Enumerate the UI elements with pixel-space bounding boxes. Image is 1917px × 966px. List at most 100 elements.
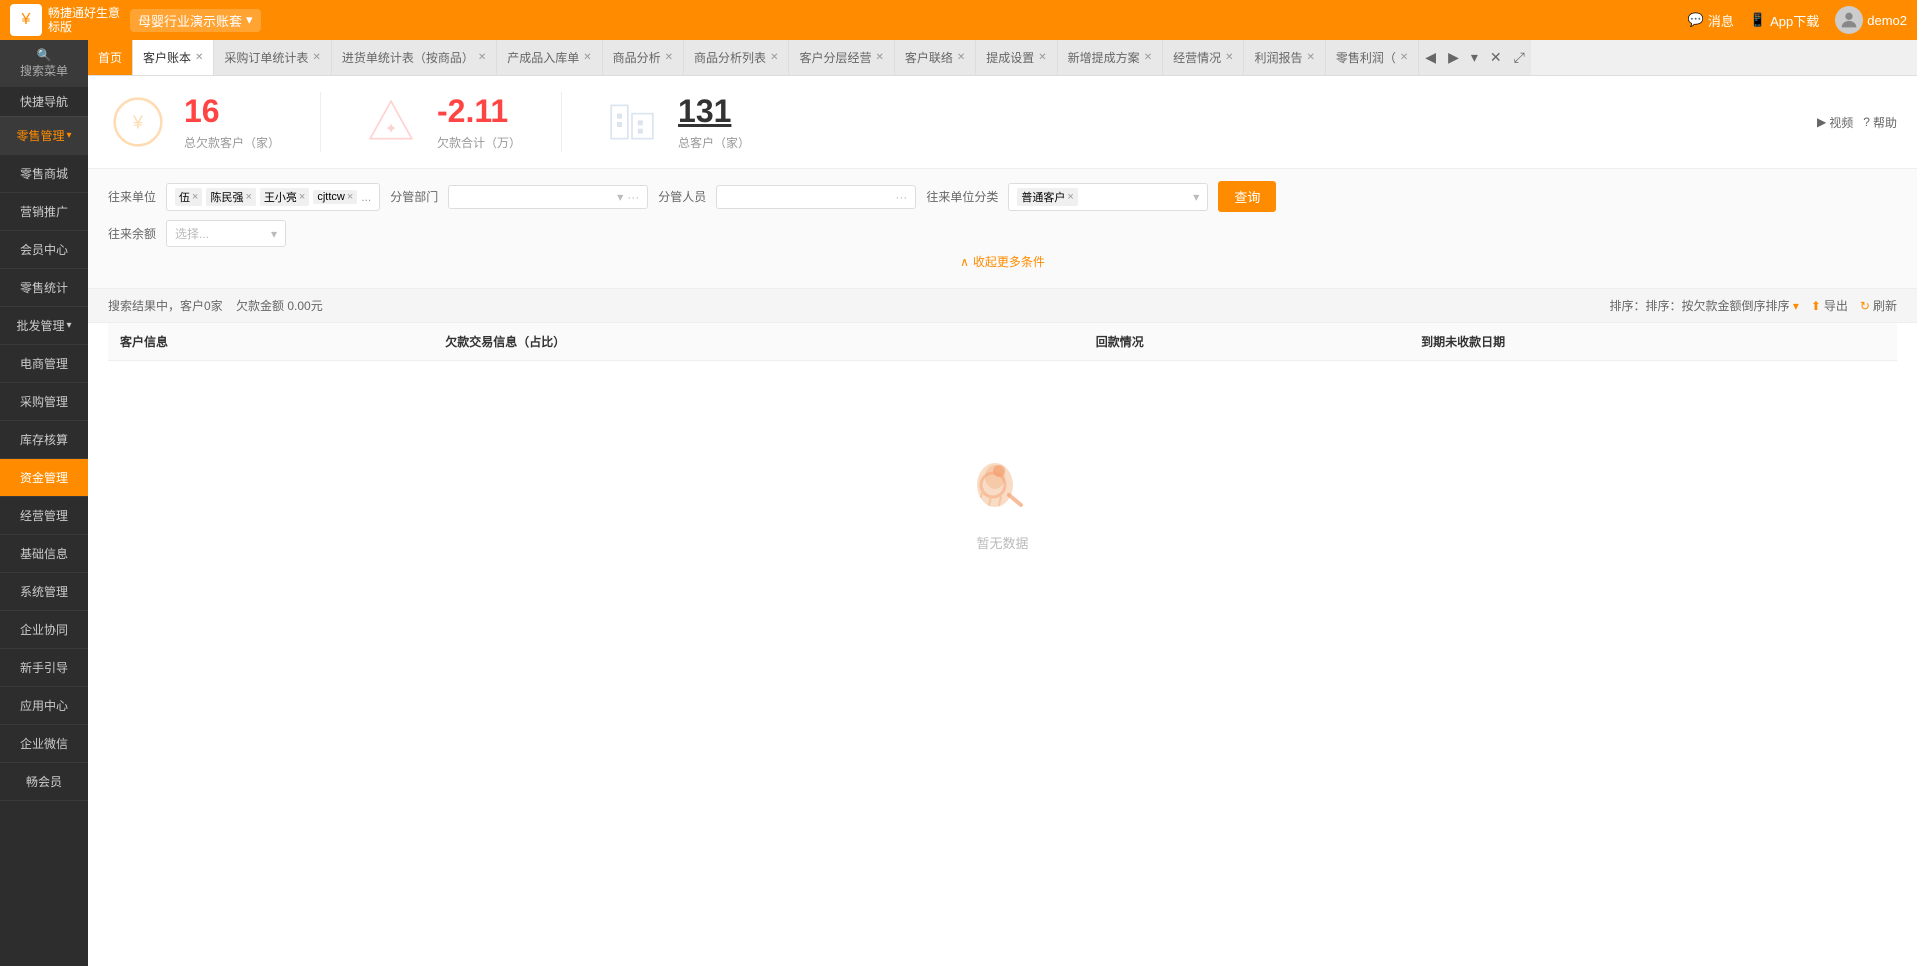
sidebar-item-enterprise-collab[interactable]: 企业协同 [0,611,88,649]
stat-debt-info: -2.11 欠款合计（万） [437,93,521,151]
tab-product-analysis-list[interactable]: 商品分析列表 ✕ [684,40,789,76]
debtor-value: 16 [184,93,280,130]
tab-close-purchase-order[interactable]: ✕ [312,52,320,63]
unit-tag-wang: 王小亮 × [260,188,309,206]
tab-product-inbound[interactable]: 产成品入库单 ✕ [497,40,602,76]
collapse-button[interactable]: ∧ 收起更多条件 [960,253,1045,270]
sidebar-item-retail[interactable]: 零售管理 ▾ [0,117,88,155]
sidebar-item-enterprise-wechat[interactable]: 企业微信 [0,725,88,763]
tab-close-retail-profit[interactable]: ✕ [1400,52,1408,63]
sidebar-item-new-guide[interactable]: 新手引导 [0,649,88,687]
tab-profit-report[interactable]: 利润报告 ✕ [1244,40,1325,76]
sidebar-search[interactable]: 🔍 搜索菜单 [0,40,88,87]
results-summary: 搜索结果中，客户0家 欠款金额 0.00元 [108,297,323,314]
logo-text: 畅捷通好生意 标版 [48,6,120,35]
export-icon: ⬆ [1811,299,1821,313]
sort-chevron-icon: ▾ [1793,299,1799,313]
tab-purchase-order[interactable]: 采购订单统计表 ✕ [214,40,331,76]
tab-close-operation-status[interactable]: ✕ [1225,52,1233,63]
unit-tag-wu-close[interactable]: × [192,191,198,203]
sidebar-item-ecommerce[interactable]: 电商管理 [0,345,88,383]
sidebar-item-retail-stats[interactable]: 零售统计 [0,269,88,307]
user-menu[interactable]: demo2 [1835,6,1907,34]
unit-tag-cjttcw: cjttcw × [313,190,357,204]
sidebar-item-wholesale[interactable]: 批发管理 ▾ [0,307,88,345]
sidebar-quick-nav[interactable]: 快捷导航 [0,87,88,117]
unit-tag-wang-close[interactable]: × [299,191,305,203]
sidebar-item-purchase[interactable]: 采购管理 [0,383,88,421]
sort-label: 排序：排序：按欠款金额倒序排序 ▾ [1609,297,1798,314]
sidebar-item-finance[interactable]: 资金管理 [0,459,88,497]
sidebar-item-vip-member[interactable]: 畅会员 [0,763,88,801]
tab-nav-close-all[interactable]: ✕ [1484,40,1508,76]
tab-add-promotion[interactable]: 新增提成方案 ✕ [1058,40,1163,76]
tab-close-customer-account[interactable]: ✕ [195,52,203,63]
tab-operation-status[interactable]: 经营情况 ✕ [1163,40,1244,76]
tab-close-profit-report[interactable]: ✕ [1307,52,1315,63]
tab-nav-menu[interactable]: ▾ [1465,40,1484,76]
tab-close-promotion-settings[interactable]: ✕ [1038,52,1046,63]
tab-nav-left[interactable]: ◀ [1419,40,1442,76]
person-filter-label: 分管人员 [658,188,706,205]
help-link[interactable]: ? 帮助 [1863,114,1897,131]
sidebar-item-basic-info[interactable]: 基础信息 [0,535,88,573]
tab-close-product-inbound[interactable]: ✕ [583,52,591,63]
tab-bar: 首页 客户账本 ✕ 采购订单统计表 ✕ 进货单统计表（按商品） ✕ 产成品入库单… [88,40,1917,76]
query-button[interactable]: 查询 [1218,181,1276,212]
video-icon: ▶ [1817,115,1826,129]
unit-category-filter-select[interactable]: 普通客户 × ▾ [1008,183,1208,211]
tab-customer-account[interactable]: 客户账本 ✕ [133,40,214,76]
person-filter-select[interactable]: ··· [716,185,916,209]
sidebar-item-retail-mall[interactable]: 零售商城 [0,155,88,193]
tab-close-product-analysis-list[interactable]: ✕ [770,52,778,63]
tab-close-customer-segment[interactable]: ✕ [875,52,883,63]
tab-promotion-settings[interactable]: 提成设置 ✕ [976,40,1057,76]
col-due-date: 到期未收款日期 [1409,323,1897,361]
tab-customer-segment[interactable]: 客户分层经营 ✕ [789,40,894,76]
app-download-button[interactable]: 📱 App下载 [1750,11,1819,30]
tab-customer-contact[interactable]: 客户联络 ✕ [895,40,976,76]
department-filter-input[interactable] [457,190,613,204]
remaining-filter-select[interactable]: 选择... ▾ [166,220,286,247]
store-selector[interactable]: 母婴行业演示账套 ▾ [130,9,261,32]
tab-close-customer-contact[interactable]: ✕ [957,52,965,63]
tab-retail-profit[interactable]: 零售利润（ ✕ [1326,40,1419,76]
message-button[interactable]: 💬 消息 [1688,11,1734,30]
download-icon: 📱 [1750,12,1766,28]
unit-tag-cjttcw-close[interactable]: × [347,191,353,203]
tab-home[interactable]: 首页 [88,40,133,76]
unit-tag-chen-close[interactable]: × [245,191,251,203]
tab-product-analysis[interactable]: 商品分析 ✕ [603,40,684,76]
debt-label: 欠款合计（万） [437,134,521,151]
sidebar-item-operation[interactable]: 经营管理 [0,497,88,535]
sidebar-item-member[interactable]: 会员中心 [0,231,88,269]
sidebar-item-marketing[interactable]: 营销推广 [0,193,88,231]
sidebar-item-app-center[interactable]: 应用中心 [0,687,88,725]
tab-nav-right[interactable]: ▶ [1442,40,1465,76]
unit-category-tag-close[interactable]: × [1067,191,1073,203]
tab-inbound-stats[interactable]: 进货单统计表（按商品） ✕ [332,40,497,76]
refresh-button[interactable]: ↻ 刷新 [1860,297,1897,314]
logo-area: ¥ 畅捷通好生意 标版 [10,4,120,36]
department-filter-select[interactable]: ▾ ··· [448,185,648,209]
video-link[interactable]: ▶ 视频 [1817,114,1853,131]
export-button[interactable]: ⬆ 导出 [1811,297,1848,314]
results-actions: 排序：排序：按欠款金额倒序排序 ▾ ⬆ 导出 ↻ 刷新 [1609,297,1897,314]
tab-nav-fullscreen[interactable]: ⤢ [1508,40,1531,76]
tab-close-inbound-stats[interactable]: ✕ [478,52,486,63]
remaining-placeholder: 选择... [175,225,209,242]
unit-filter-select[interactable]: 伍 × 陈民强 × 王小亮 × cjttcw × ... [166,183,380,211]
total-customers-label: 总客户（家） [678,134,750,151]
more-options-icon: ··· [627,190,639,204]
sidebar-item-system[interactable]: 系统管理 [0,573,88,611]
stat-debtor-customers: ¥ 16 总欠款客户（家） [108,92,321,152]
stat-total-customers: 131 总客户（家） [602,92,790,152]
person-filter-input[interactable] [725,190,891,204]
tab-close-add-promotion[interactable]: ✕ [1144,52,1152,63]
unit-tags-more[interactable]: ... [361,190,371,204]
debt-total-icon: ✦ [361,92,421,152]
tab-close-product-analysis[interactable]: ✕ [665,52,673,63]
sidebar-item-inventory[interactable]: 库存核算 [0,421,88,459]
debtor-customers-icon: ¥ [108,92,168,152]
stat-debtor-info: 16 总欠款客户（家） [184,93,280,151]
